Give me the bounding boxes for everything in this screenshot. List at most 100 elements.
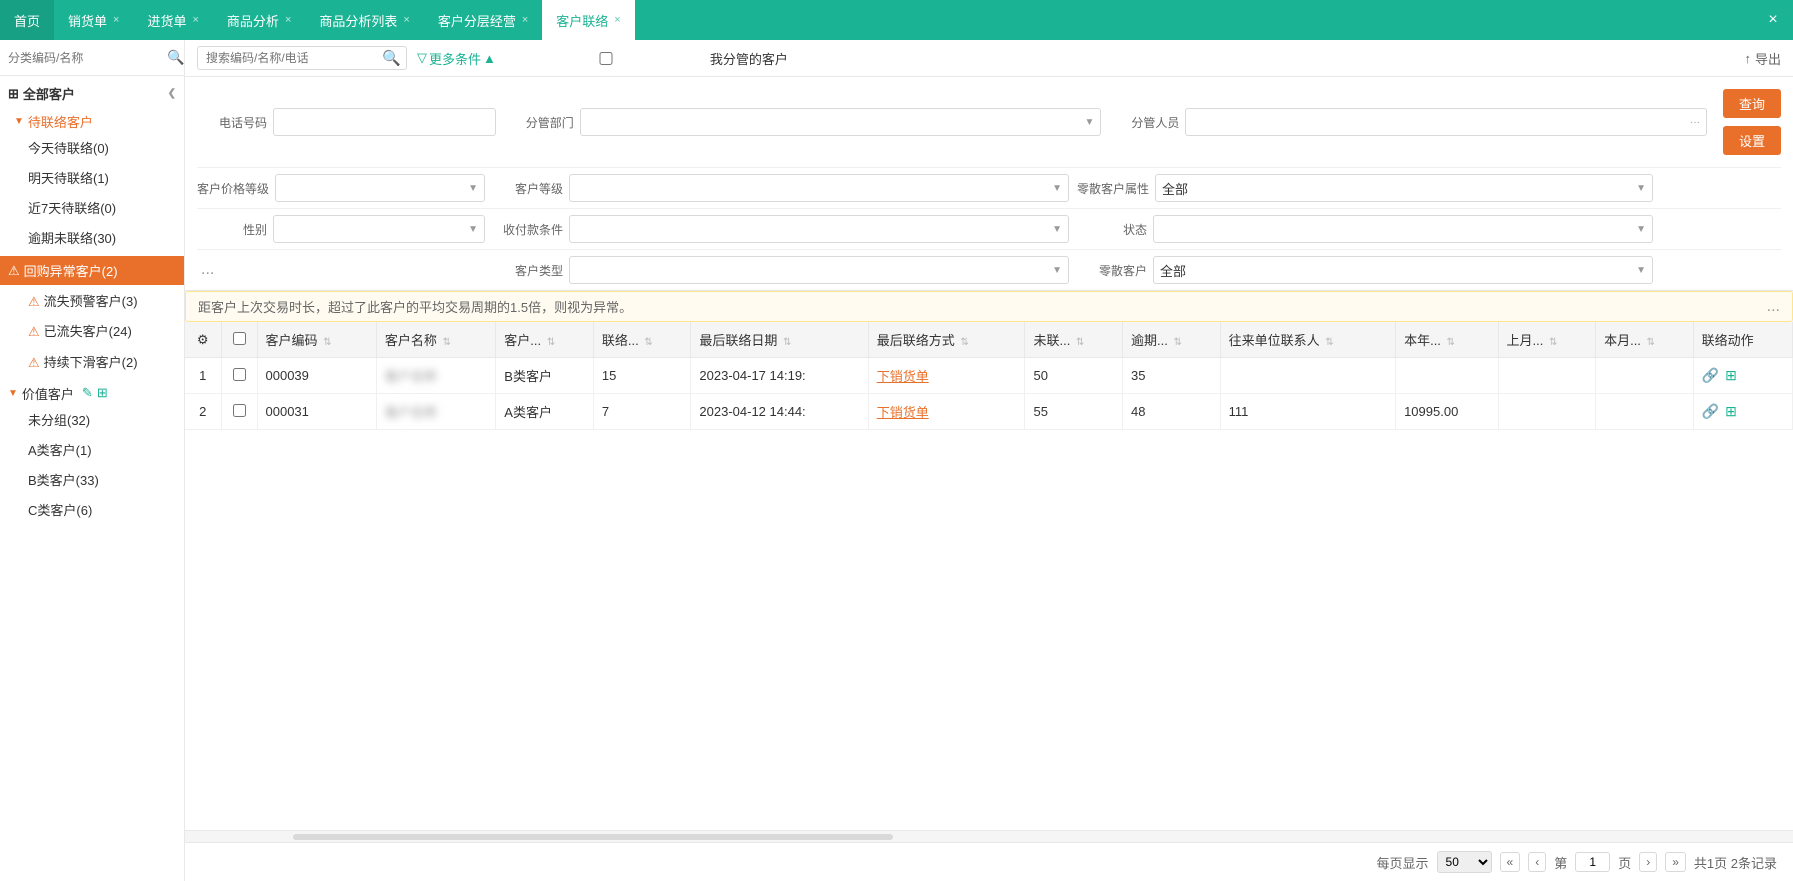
next-page-button[interactable]: › [1639, 852, 1657, 872]
sidebar-item-class-c[interactable]: C类客户(6) [0, 496, 184, 526]
my-customers-checkbox[interactable] [506, 52, 706, 65]
last-page-button[interactable]: » [1665, 852, 1686, 872]
horizontal-scrollbar[interactable] [185, 830, 1793, 842]
more-conditions-button[interactable]: ▽ 更多条件 ▲ [417, 49, 496, 68]
row-name[interactable]: 客户名称 [376, 358, 495, 394]
retail-attr-select[interactable]: 全部 ▼ [1155, 174, 1653, 202]
nav-product-analysis-list[interactable]: 商品分析列表 × [305, 0, 423, 40]
page-number-input[interactable] [1575, 852, 1610, 872]
sidebar-item-class-a[interactable]: A类客户(1) [0, 436, 184, 466]
main-layout: 🔍 ⊞ 全部客户 ❮ ▼ 待联络客户 今天待联络(0) 明天待联络(1) 近7 [0, 40, 1793, 881]
my-customers-checkbox-label[interactable]: 我分管的客户 [506, 49, 788, 68]
filter-icon: ▽ [417, 50, 427, 66]
col-cust-type[interactable]: 客户... ⇅ [496, 322, 594, 358]
warning4-icon: ⚠ [28, 352, 40, 374]
dept-select[interactable]: ▼ [580, 108, 1102, 136]
pending-contact-group[interactable]: ▼ 待联络客户 [0, 107, 184, 134]
sidebar-item-overdue-pending[interactable]: 逾期未联络(30) [0, 224, 184, 254]
table-row: 2000031客户名称A类客户72023-04-12 14:44:下销货单554… [185, 394, 1793, 430]
row-action: 🔗⊞ [1693, 358, 1792, 394]
row-checkbox[interactable] [233, 368, 246, 381]
row-checkbox[interactable] [233, 404, 246, 417]
sidebar-item-class-b[interactable]: B类客户(33) [0, 466, 184, 496]
row-last-contact-method[interactable]: 下销货单 [868, 394, 1025, 430]
row-uncontacted: 55 [1025, 394, 1123, 430]
col-gear[interactable]: ⚙ [185, 322, 221, 358]
col-this-month[interactable]: 本月... ⇅ [1596, 322, 1694, 358]
value-customers-group-header[interactable]: ▼ 价值客户 ✎ ⊞ [0, 378, 184, 406]
col-last-month[interactable]: 上月... ⇅ [1498, 322, 1596, 358]
more-dots-icon[interactable]: ... [197, 261, 218, 279]
sidebar-item-churned[interactable]: ⚠ 已流失客户(24) [0, 317, 184, 347]
close-product-analysis-icon[interactable]: × [285, 14, 291, 26]
nav-purchase-order[interactable]: 进货单 × [133, 0, 212, 40]
col-this-year[interactable]: 本年... ⇅ [1396, 322, 1498, 358]
retail-cust-select[interactable]: 全部 ▼ [1153, 256, 1653, 284]
phone-input[interactable] [273, 108, 496, 136]
select-all-checkbox[interactable] [233, 332, 246, 345]
nav-customer-segment[interactable]: 客户分层经营 × [424, 0, 542, 40]
row-this-year: 10995.00 [1396, 394, 1498, 430]
close-customer-contact-icon[interactable]: × [614, 14, 620, 26]
status-select[interactable]: ▼ [1153, 215, 1653, 243]
payment-select[interactable]: ▼ [569, 215, 1069, 243]
add-icon[interactable]: ⊞ [97, 385, 108, 401]
close-sales-order-icon[interactable]: × [113, 14, 119, 26]
row-contact-person: 111 [1220, 394, 1395, 430]
export-button[interactable]: ↑ 导出 [1744, 49, 1781, 68]
edit-icon[interactable]: ✎ [82, 385, 93, 401]
query-button[interactable]: 查询 [1723, 89, 1781, 118]
settings-button[interactable]: 设置 [1723, 126, 1781, 155]
grid-icon[interactable]: ⊞ [1725, 403, 1737, 420]
per-page-select[interactable]: 50 100 200 [1437, 851, 1492, 873]
contact-icon[interactable]: 🔗 [1702, 403, 1719, 420]
col-uncontacted[interactable]: 未联... ⇅ [1025, 322, 1123, 358]
status-field: 状态 ▼ [1077, 215, 1653, 243]
contact-icon[interactable]: 🔗 [1702, 367, 1719, 384]
all-customers-header[interactable]: ⊞ 全部客户 ❮ [0, 76, 184, 107]
cust-grade-select[interactable]: ▼ [569, 174, 1069, 202]
sidebar-search-icon[interactable]: 🔍 [167, 49, 184, 66]
col-last-contact-method[interactable]: 最后联络方式 ⇅ [868, 322, 1025, 358]
grid-icon[interactable]: ⊞ [1725, 367, 1737, 384]
nav-home[interactable]: 首页 [0, 0, 54, 40]
row-name[interactable]: 客户名称 [376, 394, 495, 430]
nav-customer-contact[interactable]: 客户联络 × [542, 0, 634, 40]
main-search-input[interactable] [197, 46, 407, 70]
sort-last-date-icon: ⇅ [783, 337, 791, 348]
col-contact-person[interactable]: 往来单位联系人 ⇅ [1220, 322, 1395, 358]
sidebar-item-tomorrow-pending[interactable]: 明天待联络(1) [0, 164, 184, 194]
sidebar-item-declining[interactable]: ⚠ 持续下滑客户(2) [0, 348, 184, 378]
gender-select[interactable]: ▼ [273, 215, 485, 243]
col-last-contact-date[interactable]: 最后联络日期 ⇅ [691, 322, 868, 358]
sidebar-item-7days-pending[interactable]: 近7天待联络(0) [0, 194, 184, 224]
col-overdue[interactable]: 逾期... ⇅ [1123, 322, 1221, 358]
row-last-contact-method[interactable]: 下销货单 [868, 358, 1025, 394]
close-customer-segment-icon[interactable]: × [522, 14, 528, 26]
search-box-wrapper: 🔍 [197, 46, 407, 70]
nav-product-analysis[interactable]: 商品分析 × [213, 0, 305, 40]
person-select[interactable]: ··· [1185, 108, 1707, 136]
col-contact-count[interactable]: 联络... ⇅ [593, 322, 691, 358]
cust-type-select[interactable]: ▼ [569, 256, 1069, 284]
close-all-tabs-button[interactable]: × [1753, 0, 1793, 40]
sort-this-month-icon: ⇅ [1647, 337, 1655, 348]
tooltip-dots[interactable]: ... [1767, 298, 1780, 316]
close-purchase-order-icon[interactable]: × [192, 14, 198, 26]
price-grade-select[interactable]: ▼ [275, 174, 485, 202]
close-product-analysis-list-icon[interactable]: × [403, 14, 409, 26]
sidebar-search-input[interactable] [8, 51, 163, 65]
sidebar-item-unclassified[interactable]: 未分组(32) [0, 406, 184, 436]
sidebar-item-repurchase-abnormal[interactable]: ⚠ 回购异常客户(2) [0, 256, 184, 285]
col-code[interactable]: 客户编码 ⇅ [257, 322, 376, 358]
sort-code-icon: ⇅ [323, 337, 331, 348]
cust-grade-arrow-icon: ▼ [1052, 183, 1062, 194]
scrollbar-thumb[interactable] [293, 834, 893, 840]
col-name[interactable]: 客户名称 ⇅ [376, 322, 495, 358]
main-search-icon[interactable]: 🔍 [382, 49, 401, 67]
prev-page-button[interactable]: ‹ [1528, 852, 1546, 872]
sidebar-item-churn-warning[interactable]: ⚠ 流失预警客户(3) [0, 287, 184, 317]
first-page-button[interactable]: « [1500, 852, 1521, 872]
sidebar-item-today-pending[interactable]: 今天待联络(0) [0, 134, 184, 164]
nav-sales-order[interactable]: 销货单 × [54, 0, 133, 40]
